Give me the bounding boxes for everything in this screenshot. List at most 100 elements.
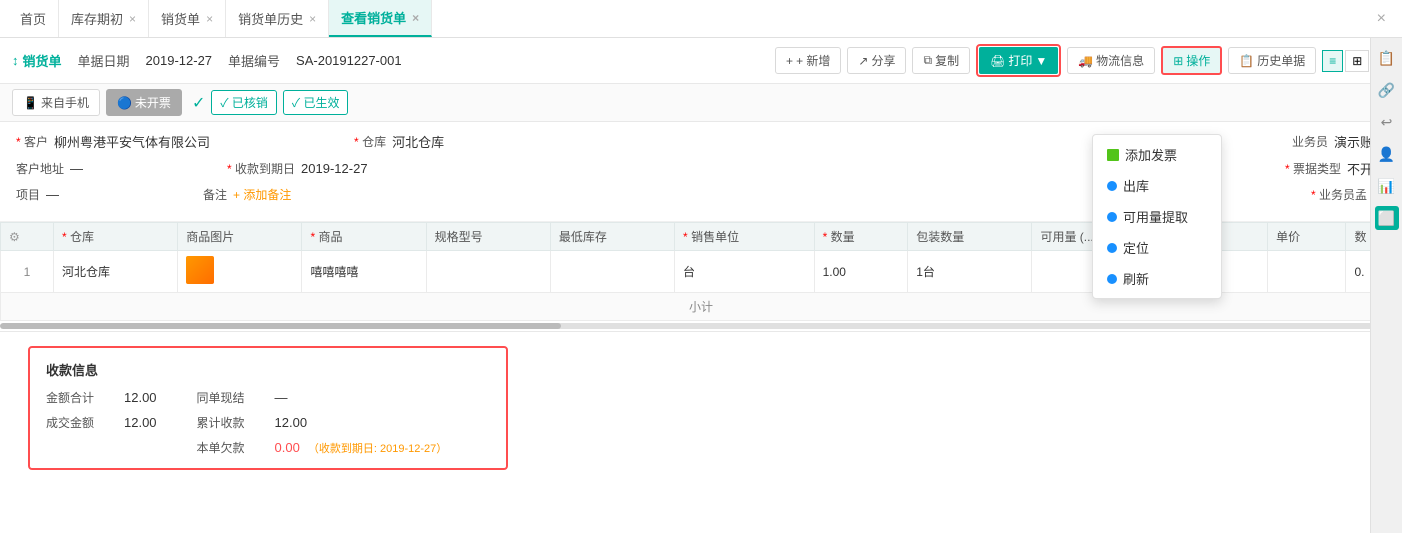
total-amount-value: 12.00	[124, 390, 157, 405]
right-sidebar: 📋 🔗 ↩ 👤 📊 ⬜	[1370, 38, 1402, 533]
row-qty: 1.00	[814, 251, 908, 293]
sidebar-icon-4[interactable]: 👤	[1375, 142, 1399, 166]
logistics-button[interactable]: 🚚 物流信息	[1067, 47, 1155, 74]
row-warehouse: 河北仓库	[54, 251, 178, 293]
print-button[interactable]: 🖨 打印 ▼	[979, 47, 1058, 74]
from-phone-label: 来自手机	[41, 94, 89, 111]
add-button[interactable]: + + 新增	[775, 47, 841, 74]
print-label: 打印	[1008, 52, 1032, 69]
total-amount-row: 金额合计 12.00	[46, 389, 157, 406]
tab-view-sales-close[interactable]: ×	[412, 11, 419, 25]
warehouse-field: 仓库 河北仓库	[354, 132, 444, 151]
tab-bar: 首页 库存期初 × 销货单 × 销货单历史 × 查看销货单 × ×	[0, 0, 1402, 38]
payment-section: 收款信息 金额合计 12.00 成交金额 12.00	[28, 346, 508, 470]
number-value: SA-20191227-001	[296, 53, 402, 68]
operation-button[interactable]: ⊞ 操作	[1161, 46, 1222, 75]
col-pkg-qty: 包装数量	[908, 223, 1032, 251]
table-scrollbar[interactable]	[0, 323, 1402, 329]
row-pkg-qty: 1台	[908, 251, 1032, 293]
tab-sales-history-label: 销货单历史	[238, 9, 303, 28]
sidebar-icon-1[interactable]: 📋	[1375, 46, 1399, 70]
tab-inventory-init[interactable]: 库存期初 ×	[59, 0, 149, 37]
col-sales-unit: 销售单位	[675, 223, 815, 251]
view-toggle: ≡ ⊞	[1322, 50, 1369, 72]
refresh-icon	[1107, 274, 1117, 284]
salesperson-label: 业务员孟	[1311, 186, 1367, 203]
row-unit: 台	[675, 251, 815, 293]
total-amount-label: 金额合计	[46, 389, 116, 406]
sidebar-icon-6[interactable]: ⬜	[1375, 206, 1399, 230]
available-qty-icon	[1107, 212, 1117, 222]
history-label: 历史单据	[1257, 52, 1305, 69]
row-price	[1268, 251, 1346, 293]
history-button[interactable]: 📋 历史单据	[1228, 47, 1316, 74]
available-qty-label: 可用量提取	[1123, 207, 1188, 226]
row-product-img	[178, 251, 302, 293]
available-qty-item[interactable]: 可用量提取	[1093, 201, 1221, 232]
verify-area: ✓	[192, 93, 205, 113]
col-spec: 规格型号	[426, 223, 550, 251]
col-qty: 数量	[814, 223, 908, 251]
doc-type-icon: ↕	[12, 53, 19, 68]
sidebar-icon-3[interactable]: ↩	[1375, 110, 1399, 134]
same-order-row: 同单现结 —	[197, 389, 448, 406]
project-value: —	[46, 187, 59, 202]
due-note: （收款到期日: 2019-12-27）	[308, 440, 447, 456]
payment-wrapper: 收款信息 金额合计 12.00 成交金额 12.00	[0, 332, 1402, 484]
share-button[interactable]: ↗ 分享	[847, 47, 906, 74]
not-open-ticket-button[interactable]: 🔵 未开票	[106, 89, 182, 116]
add-note-button[interactable]: 添加备注	[233, 186, 291, 203]
note-label: 备注	[203, 186, 227, 203]
grid-view-button[interactable]: ⊞	[1345, 50, 1369, 72]
outbound-item[interactable]: 出库	[1093, 170, 1221, 201]
sidebar-icon-2[interactable]: 🔗	[1375, 78, 1399, 102]
print-highlight: 🖨 打印 ▼	[976, 44, 1061, 77]
tab-home[interactable]: 首页	[8, 0, 59, 37]
refresh-label: 刷新	[1123, 269, 1149, 288]
tab-sales-order-label: 销货单	[161, 9, 200, 28]
history-icon: 📋	[1239, 54, 1254, 68]
logistics-label: 物流信息	[1096, 52, 1144, 69]
tab-sales-order[interactable]: 销货单 ×	[149, 0, 226, 37]
operation-dropdown: 添加发票 出库 可用量提取 定位 刷新	[1092, 134, 1222, 299]
doc-meta: 单据日期 2019-12-27 单据编号 SA-20191227-001	[78, 51, 402, 70]
tab-view-sales[interactable]: 查看销货单 ×	[329, 0, 432, 37]
payment-title: 收款信息	[46, 360, 490, 379]
cumulative-row: 累计收款 12.00	[197, 414, 448, 431]
tab-view-sales-label: 查看销货单	[341, 8, 406, 27]
same-order-label: 同单现结	[197, 389, 267, 406]
tab-sales-history-close[interactable]: ×	[309, 12, 316, 26]
customer-field: 客户 柳州粤港平安气体有限公司	[16, 132, 210, 151]
project-field: 项目 —	[16, 186, 59, 203]
location-item[interactable]: 定位	[1093, 232, 1221, 263]
number-label: 单据编号	[228, 51, 280, 70]
already-cancelled-tag: ✓ 已核销	[211, 90, 277, 115]
due-date-value: 2019-12-27	[301, 161, 368, 176]
share-icon: ↗	[858, 54, 868, 68]
copy-button[interactable]: ⧉ 复制	[912, 47, 970, 74]
date-value: 2019-12-27	[146, 53, 213, 68]
add-invoice-item[interactable]: 添加发票	[1093, 139, 1221, 170]
col-product: 商品	[302, 223, 426, 251]
refresh-item[interactable]: 刷新	[1093, 263, 1221, 294]
sidebar-icon-5[interactable]: 📊	[1375, 174, 1399, 198]
col-settings[interactable]: ⚙	[1, 223, 54, 251]
row-product-name: 嘻嘻嘻嘻	[302, 251, 426, 293]
operation-label: 操作	[1186, 52, 1210, 69]
col-warehouse: 仓库	[54, 223, 178, 251]
list-view-button[interactable]: ≡	[1322, 50, 1343, 72]
current-due-row: 本单欠款 0.00 （收款到期日: 2019-12-27）	[197, 439, 448, 456]
add-invoice-icon	[1107, 149, 1119, 161]
tab-sales-order-close[interactable]: ×	[206, 12, 213, 26]
ticket-icon: 🔵	[117, 96, 132, 110]
cumulative-label: 累计收款	[197, 414, 267, 431]
from-phone-button[interactable]: 📱 来自手机	[12, 89, 100, 116]
close-all-tabs[interactable]: ×	[1369, 6, 1394, 32]
settings-icon[interactable]: ⚙	[9, 230, 20, 244]
truck-icon: 🚚	[1078, 54, 1093, 68]
tab-inventory-init-close[interactable]: ×	[129, 12, 136, 26]
print-dropdown-arrow: ▼	[1035, 54, 1047, 68]
tab-sales-history[interactable]: 销货单历史 ×	[226, 0, 329, 37]
current-due-value: 0.00	[275, 440, 300, 455]
tab-inventory-init-label: 库存期初	[71, 9, 123, 28]
